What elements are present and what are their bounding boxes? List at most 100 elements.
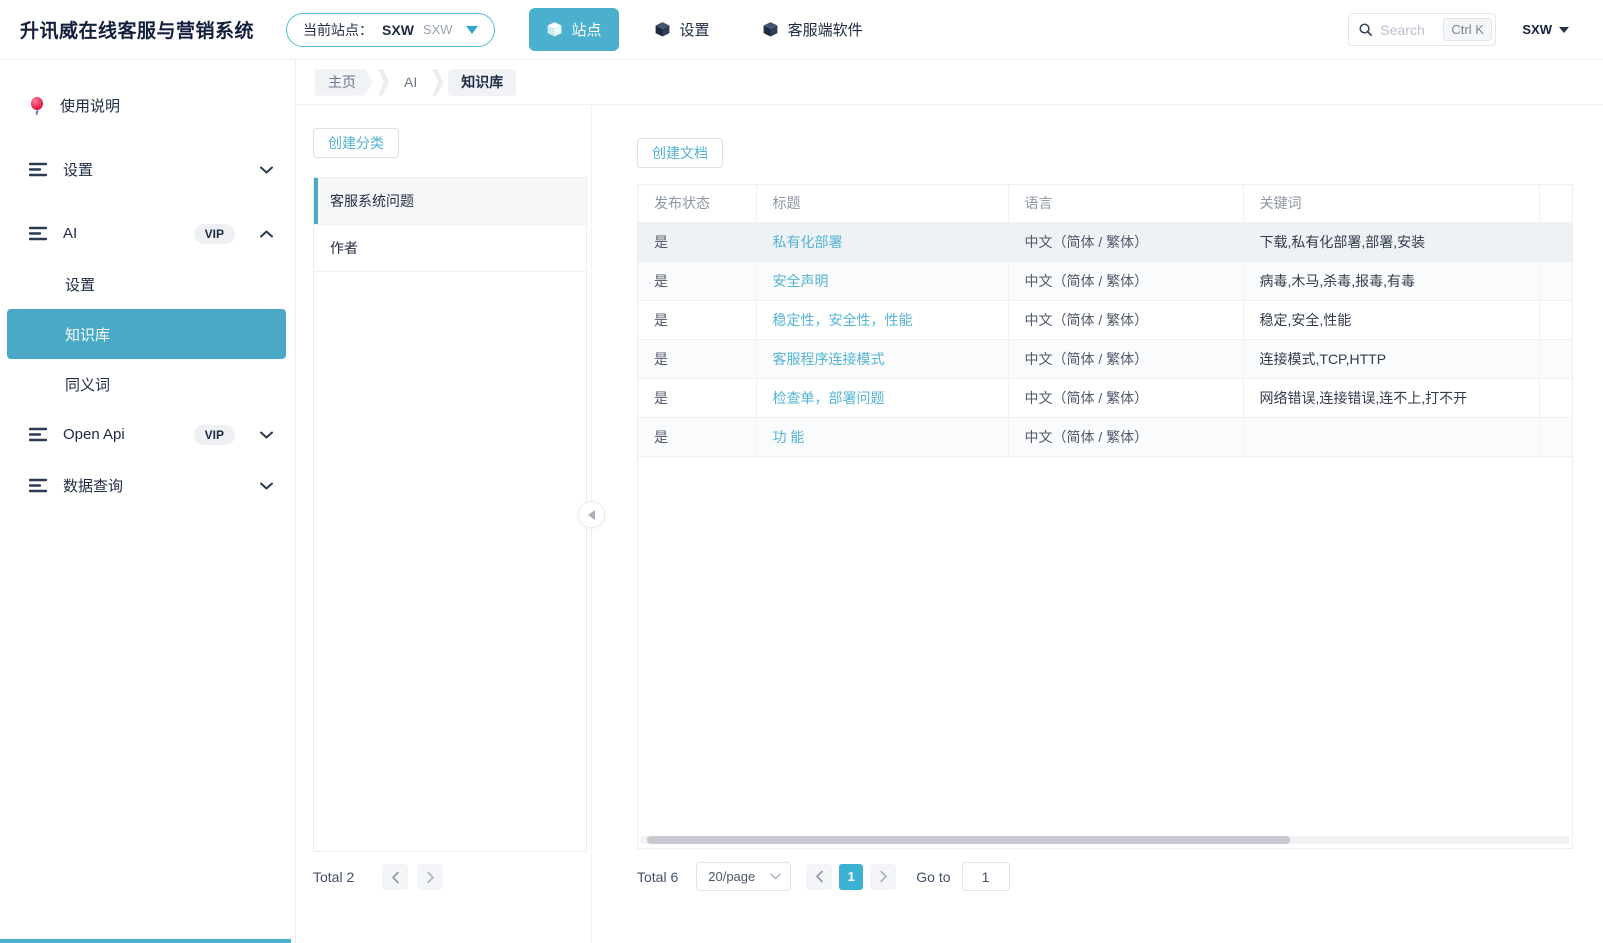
column-header-title: 标题 xyxy=(756,185,1009,223)
search-box[interactable]: Ctrl K xyxy=(1348,13,1497,46)
document-table: 发布状态 标题 语言 关键词 是 私有化部署 中文（简体 / 繁体） 下载,私有… xyxy=(638,185,1572,457)
sidebar-item-label: 设置 xyxy=(63,162,94,179)
document-link[interactable]: 安全声明 xyxy=(773,273,829,289)
category-prev-page-button[interactable] xyxy=(382,864,409,890)
create-category-button[interactable]: 创建分类 xyxy=(313,128,399,158)
goto-label: Go to xyxy=(916,868,951,885)
category-total-label: Total 2 xyxy=(313,869,355,885)
cell-published: 是 xyxy=(638,222,757,262)
sidebar-item-usage-guide[interactable]: 使用说明 xyxy=(0,80,295,131)
cube-icon xyxy=(547,22,561,37)
cell-language: 中文（简体 / 繁体） xyxy=(1008,417,1244,457)
table-row: 是 功 能 中文（简体 / 繁体） xyxy=(638,417,1572,457)
table-row: 是 私有化部署 中文（简体 / 繁体） 下载,私有化部署,部署,安装 xyxy=(638,222,1572,262)
create-document-button[interactable]: 创建文档 xyxy=(637,138,723,168)
category-next-page-button[interactable] xyxy=(417,864,444,890)
horizontal-scrollbar-track[interactable] xyxy=(640,836,1570,844)
cell-published: 是 xyxy=(638,300,757,340)
chevron-right-icon xyxy=(879,870,887,883)
document-link[interactable]: 检查单，部署问题 xyxy=(773,390,885,406)
breadcrumb: 主页 AI 知识库 xyxy=(296,60,1603,105)
category-item-service-system-issues[interactable]: 客服系统问题 xyxy=(314,178,586,225)
cell-language: 中文（简体 / 繁体） xyxy=(1008,378,1244,418)
table-header-row: 发布状态 标题 语言 关键词 xyxy=(638,185,1572,223)
vip-badge: VIP xyxy=(193,424,235,445)
nav-button-settings[interactable]: 设置 xyxy=(637,8,727,51)
column-header-extra xyxy=(1539,185,1572,223)
category-item-author[interactable]: 作者 xyxy=(314,225,586,272)
sidebar-item-open-api[interactable]: Open Api VIP xyxy=(0,409,295,460)
page-size-select[interactable]: 20/page xyxy=(696,862,792,891)
goto-page-input[interactable] xyxy=(961,862,1010,891)
sidebar-item-label: 使用说明 xyxy=(60,98,121,115)
page-size-value: 20/page xyxy=(708,869,756,884)
sidebar-item-settings[interactable]: 设置 xyxy=(0,144,295,195)
document-next-page-button[interactable] xyxy=(870,863,897,890)
search-input[interactable] xyxy=(1380,21,1437,38)
sidebar-subitem-ai-settings[interactable]: 设置 xyxy=(0,259,295,309)
app-title: 升讯威在线客服与营销系统 xyxy=(20,21,255,42)
cell-keywords: 病毒,木马,杀毒,报毒,有毒 xyxy=(1243,261,1540,301)
sidebar-subitem-label: 设置 xyxy=(65,276,96,294)
site-selector[interactable]: 当前站点： SXW SXW xyxy=(286,12,495,47)
nav-button-client-software[interactable]: 客服端软件 xyxy=(745,8,880,51)
user-menu[interactable]: SXW xyxy=(1522,22,1569,37)
chevron-down-icon xyxy=(1559,26,1569,33)
search-shortcut-badge: Ctrl K xyxy=(1443,18,1492,41)
horizontal-scrollbar-thumb[interactable] xyxy=(647,836,1290,844)
cell-published: 是 xyxy=(638,378,757,418)
column-header-keywords: 关键词 xyxy=(1243,185,1540,223)
chevron-left-icon xyxy=(391,871,399,883)
sidebar-item-ai[interactable]: AI VIP xyxy=(0,208,295,259)
table-row: 是 检查单，部署问题 中文（简体 / 繁体） 网络错误,连接错误,连不上,打不开 xyxy=(638,378,1572,418)
sidebar-subitem-synonyms[interactable]: 同义词 xyxy=(0,359,295,409)
vip-badge: VIP xyxy=(193,223,235,244)
site-selector-label: 当前站点： xyxy=(303,21,374,38)
table-row: 是 客服程序连接模式 中文（简体 / 繁体） 连接模式,TCP,HTTP xyxy=(638,339,1572,379)
search-icon xyxy=(1359,23,1373,36)
nav-button-site[interactable]: 站点 xyxy=(528,8,619,51)
cell-keywords: 连接模式,TCP,HTTP xyxy=(1243,339,1540,379)
cell-language: 中文（简体 / 繁体） xyxy=(1008,261,1244,301)
sidebar-item-data-query[interactable]: 数据查询 xyxy=(0,460,295,511)
page-number-button-1[interactable]: 1 xyxy=(839,863,864,890)
nav-button-label: 站点 xyxy=(571,22,602,39)
sidebar-subitem-label: 同义词 xyxy=(65,376,111,394)
category-item-label: 作者 xyxy=(330,240,358,256)
cell-published: 是 xyxy=(638,417,757,457)
sidebar-subitem-label: 知识库 xyxy=(65,326,111,344)
breadcrumb-home[interactable]: 主页 xyxy=(315,69,373,96)
chevron-down-icon xyxy=(465,25,478,34)
chevron-right-icon xyxy=(426,871,434,883)
cell-language: 中文（简体 / 繁体） xyxy=(1008,222,1244,262)
breadcrumb-ai[interactable]: AI xyxy=(394,74,427,90)
sidebar-item-label: AI xyxy=(63,225,78,242)
breadcrumb-knowledge-base[interactable]: 知识库 xyxy=(448,68,517,96)
chevron-down-icon xyxy=(260,482,273,489)
column-header-language: 语言 xyxy=(1008,185,1244,223)
document-link[interactable]: 功 能 xyxy=(773,429,805,445)
chevron-down-icon xyxy=(260,166,273,173)
user-name: SXW xyxy=(1522,22,1552,37)
document-prev-page-button[interactable] xyxy=(806,863,833,890)
panel-collapse-handle[interactable] xyxy=(578,501,605,528)
app-header: 升讯威在线客服与营销系统 当前站点： SXW SXW 站点 设置 客服端软件 S… xyxy=(0,0,1603,60)
chevron-left-icon xyxy=(815,870,823,883)
site-selector-subvalue: SXW xyxy=(422,22,453,37)
cube-icon xyxy=(763,22,777,37)
category-item-label: 客服系统问题 xyxy=(330,193,414,209)
cell-keywords xyxy=(1243,417,1540,457)
chevron-down-icon xyxy=(770,873,781,880)
sidebar-bottom-accent-bar xyxy=(0,939,291,943)
sidebar-subitem-knowledge-base[interactable]: 知识库 xyxy=(7,309,286,359)
document-link[interactable]: 私有化部署 xyxy=(773,234,843,250)
document-link[interactable]: 客服程序连接模式 xyxy=(773,351,885,367)
header-nav: 站点 设置 客服端软件 xyxy=(528,8,880,51)
category-pagination: Total 2 xyxy=(313,864,591,890)
menu-lines-icon xyxy=(29,427,48,442)
category-list: 客服系统问题 作者 xyxy=(313,177,587,852)
document-link[interactable]: 稳定性，安全性，性能 xyxy=(773,312,913,328)
column-header-publish-status: 发布状态 xyxy=(638,185,757,223)
menu-lines-icon xyxy=(29,162,48,177)
cell-published: 是 xyxy=(638,339,757,379)
